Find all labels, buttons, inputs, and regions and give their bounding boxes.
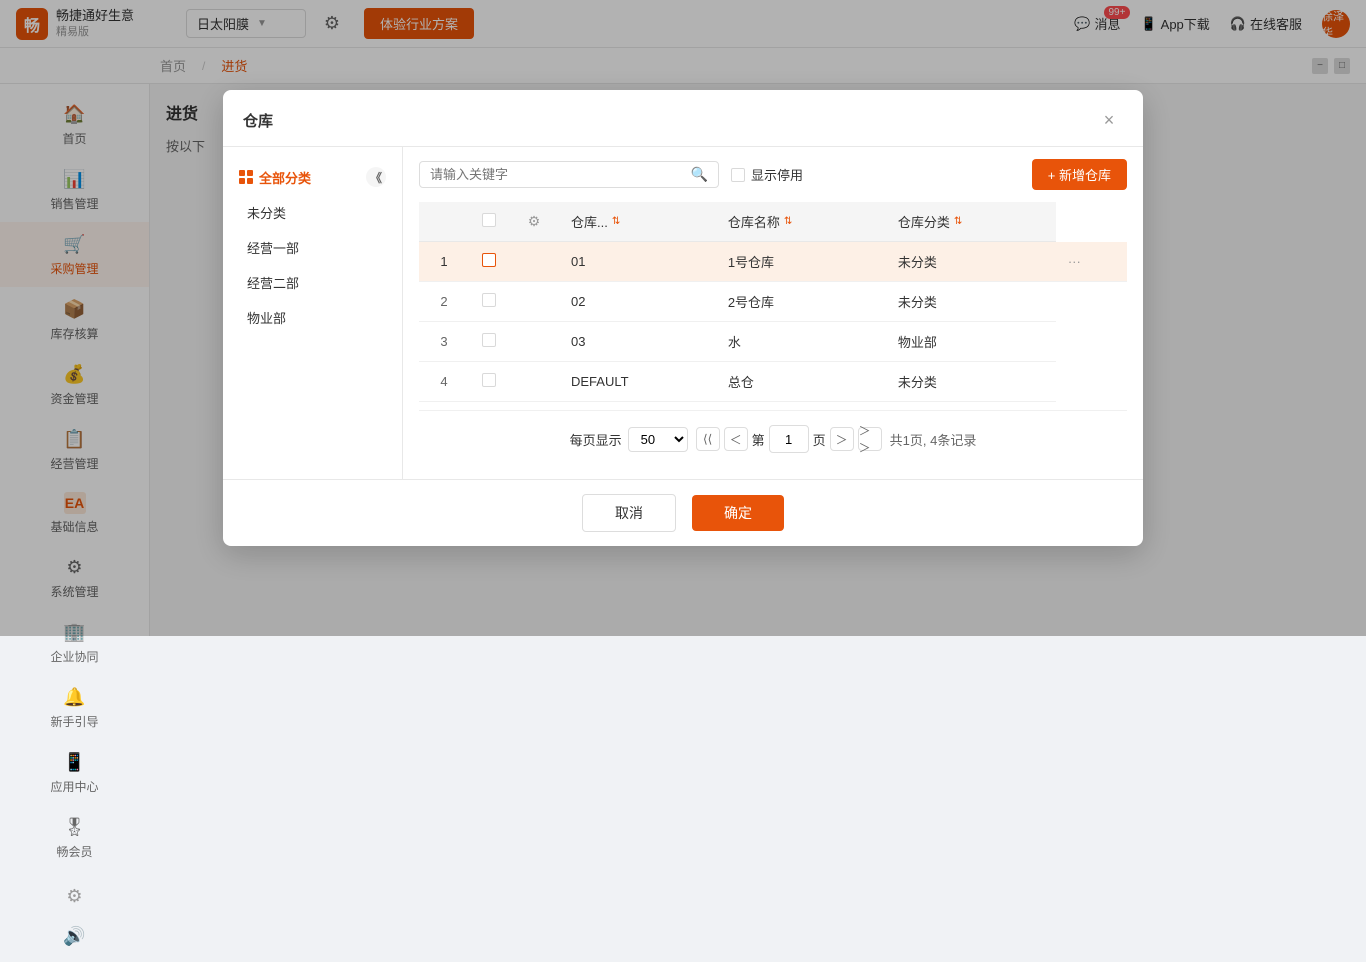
row-action[interactable]: ··· [1056,242,1127,282]
sort-code-icon[interactable]: ⇅ [612,216,620,227]
sidebar-item-member[interactable]: 🎖 畅会员 [0,805,149,870]
audio-icon[interactable]: 🔊 [59,920,91,952]
table-settings-icon[interactable]: ⚙ [528,213,541,229]
per-page-select[interactable]: 50 20 100 [628,427,688,452]
sidebar-item-guide[interactable]: 🔔 新手引导 [0,675,149,740]
col-settings-header: ⚙ [509,202,559,242]
row-settings[interactable] [509,242,559,282]
page-info: 共1页, 4条记录 [890,430,977,449]
modal-close-button[interactable]: × [1095,106,1123,134]
show-disabled-checkbox[interactable] [731,168,745,182]
category-property[interactable]: 物业部 [223,300,402,335]
search-input[interactable] [430,167,691,182]
settings-bottom-icon[interactable]: ⚙ [59,880,91,912]
row-category: 未分类 [886,242,1056,282]
row-num: 1 [419,242,469,282]
page-prev-button[interactable]: ＜ [724,427,748,451]
col-check-header [469,202,509,242]
table-row[interactable]: 4 DEFAULT 总仓 未分类 [419,362,1127,402]
row-checkbox[interactable] [469,322,509,362]
row-checkbox[interactable] [469,242,509,282]
warehouse-modal: 仓库 × 全部分类 《 未分类 经营一部 经营二部 物业部 [223,90,1143,546]
col-category-header: 仓库分类 ⇅ [886,202,1056,242]
page-number-input[interactable] [769,425,809,453]
select-all-checkbox[interactable] [482,213,496,227]
member-icon: 🎖 [63,815,87,839]
table-row[interactable]: 2 02 2号仓库 未分类 [419,282,1127,322]
sort-name-icon[interactable]: ⇅ [784,216,792,227]
cancel-button[interactable]: 取消 [582,494,676,532]
row-checkbox[interactable] [469,362,509,402]
row-checkbox[interactable] [469,282,509,322]
guide-icon: 🔔 [63,685,87,709]
category-dept2[interactable]: 经营二部 [223,265,402,300]
all-categories-header[interactable]: 全部分类 《 [223,159,402,195]
table-row[interactable]: 1 01 1号仓库 未分类 ··· [419,242,1127,282]
collapse-button[interactable]: 《 [366,167,386,187]
row-category: 未分类 [886,362,1056,402]
modal-header: 仓库 × [223,90,1143,147]
sort-category-icon[interactable]: ⇅ [954,216,962,227]
warehouse-table: ⚙ 仓库... ⇅ 仓库名称 [419,202,1127,402]
grid-icon [239,170,253,184]
row-category: 物业部 [886,322,1056,362]
row-code: 01 [559,242,716,282]
search-box: 🔍 [419,161,719,188]
modal-pagination: 每页显示 50 20 100 ⟨⟨ ＜ 第 页 ＞ [419,410,1127,467]
modal-body: 全部分类 《 未分类 经营一部 经营二部 物业部 🔍 [223,147,1143,479]
col-code-header: 仓库... ⇅ [559,202,716,242]
modal-main: 🔍 显示停用 + 新增仓库 [403,147,1143,479]
row-num: 4 [419,362,469,402]
page-last-button[interactable]: ＞＞ [858,427,882,451]
row-code: DEFAULT [559,362,716,402]
row-num: 2 [419,282,469,322]
row-code: 03 [559,322,716,362]
row-settings[interactable] [509,282,559,322]
row-category: 未分类 [886,282,1056,322]
modal-overlay[interactable]: 仓库 × 全部分类 《 未分类 经营一部 经营二部 物业部 [0,0,1366,636]
search-icon[interactable]: 🔍 [691,166,708,183]
category-uncategorized[interactable]: 未分类 [223,195,402,230]
table-row[interactable]: 3 03 水 物业部 [419,322,1127,362]
confirm-button[interactable]: 确定 [692,495,784,531]
row-name: 总仓 [716,362,886,402]
apps-icon: 📱 [63,750,87,774]
modal-sidebar: 全部分类 《 未分类 经营一部 经营二部 物业部 [223,147,403,479]
modal-title: 仓库 [243,110,273,131]
add-warehouse-button[interactable]: + 新增仓库 [1032,159,1127,190]
table-header-row: ⚙ 仓库... ⇅ 仓库名称 [419,202,1127,242]
row-name: 1号仓库 [716,242,886,282]
row-settings[interactable] [509,322,559,362]
page-navigation: ⟨⟨ ＜ 第 页 ＞ ＞＞ [696,425,882,453]
col-name-header: 仓库名称 ⇅ [716,202,886,242]
show-disabled-option: 显示停用 [731,165,803,184]
sidebar-item-apps[interactable]: 📱 应用中心 [0,740,149,805]
page-next-button[interactable]: ＞ [830,427,854,451]
table-container: ⚙ 仓库... ⇅ 仓库名称 [419,202,1127,402]
row-settings[interactable] [509,362,559,402]
per-page-control: 每页显示 50 20 100 [570,427,688,452]
col-num-header [419,202,469,242]
row-name: 2号仓库 [716,282,886,322]
row-num: 3 [419,322,469,362]
category-dept1[interactable]: 经营一部 [223,230,402,265]
page-first-button[interactable]: ⟨⟨ [696,427,720,451]
row-code: 02 [559,282,716,322]
modal-toolbar: 🔍 显示停用 + 新增仓库 [419,159,1127,190]
row-name: 水 [716,322,886,362]
modal-footer: 取消 确定 [223,479,1143,546]
sidebar-bottom: ⚙ 🔊 [0,870,149,962]
